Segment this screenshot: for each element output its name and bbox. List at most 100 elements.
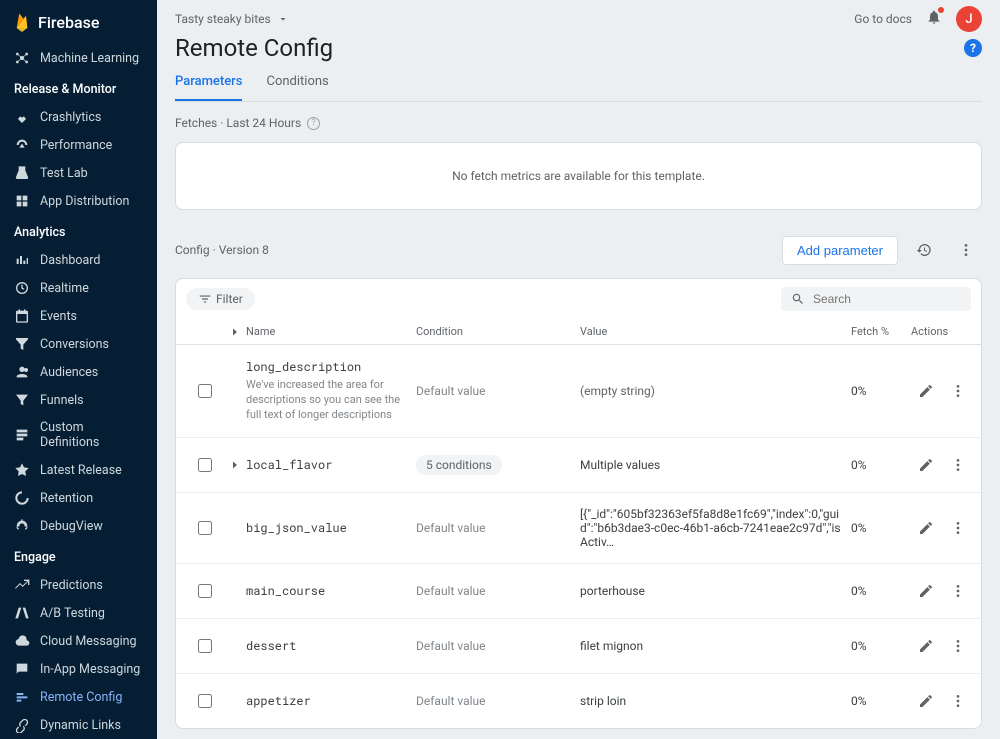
row-checkbox[interactable] <box>198 384 212 398</box>
search-icon <box>791 291 805 307</box>
funnels-icon <box>14 392 30 408</box>
edit-button[interactable] <box>913 378 939 404</box>
sidebar-item-crashlytics[interactable]: Crashlytics <box>0 103 157 131</box>
edit-button[interactable] <box>913 688 939 714</box>
sidebar-item-label: Remote Config <box>40 690 122 705</box>
add-parameter-button[interactable]: Add parameter <box>782 236 898 265</box>
page-header: Remote Config ? Parameters Conditions <box>157 30 1000 102</box>
edit-button[interactable] <box>913 578 939 604</box>
filter-button[interactable]: Filter <box>186 288 255 310</box>
sidebar-item-dynamic-links[interactable]: Dynamic Links <box>0 711 157 739</box>
header-condition[interactable]: Condition <box>416 325 580 338</box>
search-input[interactable] <box>813 292 961 306</box>
sidebar-item-realtime[interactable]: Realtime <box>0 274 157 302</box>
sidebar-item-predictions[interactable]: Predictions <box>0 571 157 599</box>
no-metrics-text: No fetch metrics are available for this … <box>452 169 705 183</box>
conversions-icon <box>14 336 30 352</box>
sidebar-item-dashboard[interactable]: Dashboard <box>0 246 157 274</box>
more-vert-icon <box>950 693 966 709</box>
sidebar-item-latest-release[interactable]: Latest Release <box>0 456 157 484</box>
sidebar-item-performance[interactable]: Performance <box>0 131 157 159</box>
sidebar-section-engage[interactable]: Engage <box>0 540 157 571</box>
crashlytics-icon <box>14 109 30 125</box>
header-value[interactable]: Value <box>580 325 851 338</box>
more-vert-icon <box>950 383 966 399</box>
row-more-button[interactable] <box>945 578 971 604</box>
sidebar-item-debugview[interactable]: DebugView <box>0 512 157 540</box>
row-more-button[interactable] <box>945 515 971 541</box>
pencil-icon <box>918 638 934 654</box>
row-checkbox[interactable] <box>198 521 212 535</box>
row-more-button[interactable] <box>945 633 971 659</box>
table-row[interactable]: long_descriptionWe've increased the area… <box>176 345 981 438</box>
pencil-icon <box>918 520 934 536</box>
sidebar-section-release[interactable]: Release & Monitor <box>0 72 157 103</box>
fetch-percent: 0% <box>851 639 911 653</box>
sidebar-item-audiences[interactable]: Audiences <box>0 358 157 386</box>
sidebar-item-cloud-messaging[interactable]: Cloud Messaging <box>0 627 157 655</box>
user-avatar[interactable]: J <box>956 6 982 32</box>
param-value: strip loin <box>580 694 626 708</box>
condition-text: Default value <box>416 584 486 598</box>
row-more-button[interactable] <box>945 688 971 714</box>
go-to-docs-link[interactable]: Go to docs <box>854 12 912 26</box>
header-fetch[interactable]: Fetch % <box>851 325 911 338</box>
condition-text: Default value <box>416 639 486 653</box>
table-row[interactable]: main_courseDefault valueporterhouse0% <box>176 564 981 619</box>
row-more-button[interactable] <box>945 378 971 404</box>
row-checkbox[interactable] <box>198 458 212 472</box>
brand[interactable]: Firebase <box>0 0 157 44</box>
sidebar-item-machine-learning[interactable]: Machine Learning <box>0 44 157 72</box>
dashboard-icon <box>14 252 30 268</box>
pencil-icon <box>918 693 934 709</box>
search-box[interactable] <box>781 287 971 311</box>
row-checkbox[interactable] <box>198 584 212 598</box>
table-toolbar: Filter <box>176 279 981 319</box>
edit-button[interactable] <box>913 515 939 541</box>
more-vert-icon <box>950 457 966 473</box>
sidebar-item-label: Predictions <box>40 578 103 593</box>
condition-chip[interactable]: 5 conditions <box>416 455 502 475</box>
sidebar-item-conversions[interactable]: Conversions <box>0 330 157 358</box>
expand-row-button[interactable] <box>224 459 246 471</box>
edit-button[interactable] <box>913 633 939 659</box>
notifications-button[interactable] <box>926 9 942 29</box>
sidebar-item-label: Dashboard <box>40 253 100 268</box>
sidebar-section-analytics[interactable]: Analytics <box>0 215 157 246</box>
row-checkbox[interactable] <box>198 694 212 708</box>
sidebar-item-label: Cloud Messaging <box>40 634 137 649</box>
table-row[interactable]: local_flavor5 conditionsMultiple values0… <box>176 438 981 493</box>
sidebar-item-events[interactable]: Events <box>0 302 157 330</box>
param-description: We've increased the area for description… <box>246 378 416 423</box>
sidebar-item-a-b-testing[interactable]: A/B Testing <box>0 599 157 627</box>
pencil-icon <box>918 583 934 599</box>
expand-all-button[interactable] <box>224 326 246 338</box>
sidebar-item-remote-config[interactable]: Remote Config <box>0 683 157 711</box>
tab-parameters[interactable]: Parameters <box>175 74 242 101</box>
history-icon <box>916 242 932 258</box>
history-button[interactable] <box>908 234 940 266</box>
more-vert-icon <box>958 242 974 258</box>
row-checkbox[interactable] <box>198 639 212 653</box>
edit-button[interactable] <box>913 452 939 478</box>
info-icon[interactable]: ? <box>307 117 320 130</box>
sidebar-item-retention[interactable]: Retention <box>0 484 157 512</box>
a-b-testing-icon <box>14 605 30 621</box>
sidebar-item-app-distribution[interactable]: App Distribution <box>0 187 157 215</box>
condition-text: Default value <box>416 384 486 398</box>
table-row[interactable]: appetizerDefault valuestrip loin0% <box>176 674 981 728</box>
sidebar-item-custom-definitions[interactable]: Custom Definitions <box>0 414 157 456</box>
tab-conditions[interactable]: Conditions <box>266 74 328 101</box>
sidebar-item-funnels[interactable]: Funnels <box>0 386 157 414</box>
row-more-button[interactable] <box>945 452 971 478</box>
table-row[interactable]: big_json_valueDefault value[{"_id":"605b… <box>176 493 981 564</box>
sidebar-item-test-lab[interactable]: Test Lab <box>0 159 157 187</box>
sidebar: Firebase Machine Learning Release & Moni… <box>0 0 157 739</box>
project-selector[interactable]: Tasty steaky bites <box>175 12 289 26</box>
header-name[interactable]: Name <box>246 325 416 338</box>
help-button[interactable]: ? <box>964 39 982 57</box>
sidebar-item-in-app-messaging[interactable]: In-App Messaging <box>0 655 157 683</box>
custom-definitions-icon <box>14 427 30 443</box>
table-row[interactable]: dessertDefault valuefilet mignon0% <box>176 619 981 674</box>
more-button[interactable] <box>950 234 982 266</box>
